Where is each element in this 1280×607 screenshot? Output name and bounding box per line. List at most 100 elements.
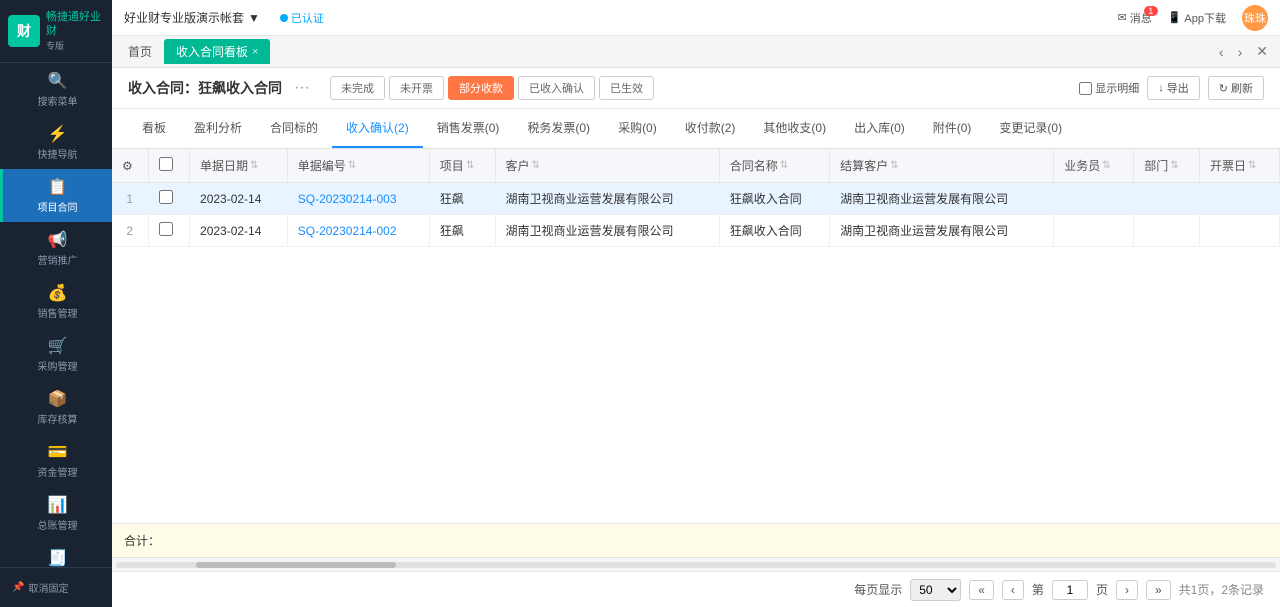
sidebar-item-2[interactable]: 📋 项目合同 xyxy=(0,169,112,222)
more-options-button[interactable]: ··· xyxy=(290,79,314,97)
company-name: 好业财专业版演示帐套 xyxy=(124,9,244,26)
status-btn-3[interactable]: 已收入确认 xyxy=(518,76,595,100)
col-dept: 部门⇅ xyxy=(1134,149,1200,183)
sidebar-item-1[interactable]: ⚡ 快捷导航 xyxy=(0,116,112,169)
row-project-1: 狂飙 xyxy=(429,215,495,247)
cert-badge: 已认证 xyxy=(280,10,324,26)
page-number-input[interactable] xyxy=(1052,580,1088,600)
per-page-label: 每页显示 xyxy=(854,581,902,598)
inner-tab-8[interactable]: 其他收支(0) xyxy=(749,109,840,148)
col-customer: 客户⇅ xyxy=(495,149,719,183)
show-detail-label: 显示明细 xyxy=(1095,80,1139,96)
sidebar-label-5: 采购管理 xyxy=(38,358,78,373)
row-contract-name-1: 狂飙收入合同 xyxy=(719,215,829,247)
inner-tab-5[interactable]: 税务发票(0) xyxy=(513,109,604,148)
app-download-button[interactable]: 📱 App下载 xyxy=(1168,10,1226,26)
pin-label: 取消固定 xyxy=(28,580,68,595)
company-selector[interactable]: 好业财专业版演示帐套 ▼ xyxy=(124,9,260,26)
sidebar-icon-4: 💰 xyxy=(48,283,68,303)
inner-tab-11[interactable]: 变更记录(0) xyxy=(985,109,1076,148)
tab-close-button[interactable]: × xyxy=(252,46,258,58)
tabbar: 首页 收入合同看板 × ‹ › ✕ xyxy=(112,36,1280,68)
status-btn-1[interactable]: 未开票 xyxy=(389,76,444,100)
status-buttons: 未完成未开票部分收款已收入确认已生效 xyxy=(330,76,654,100)
row-checkbox-0[interactable] xyxy=(148,183,190,215)
sidebar-item-4[interactable]: 💰 销售管理 xyxy=(0,275,112,328)
col-order-no: 单据编号⇅ xyxy=(287,149,429,183)
refresh-label: 刷新 xyxy=(1231,80,1253,96)
sidebar-item-9[interactable]: 🧾 发票管理 xyxy=(0,540,112,567)
col-date: 单据日期⇅ xyxy=(190,149,288,183)
row-invoice-date-1 xyxy=(1199,215,1279,247)
sidebar-item-6[interactable]: 📦 库存核算 xyxy=(0,381,112,434)
first-page-button[interactable]: « xyxy=(969,580,994,600)
total-label: 合计： xyxy=(124,532,160,549)
tab-next-button[interactable]: › xyxy=(1234,42,1247,62)
tab-contract-board[interactable]: 收入合同看板 × xyxy=(164,39,270,64)
inner-tab-2[interactable]: 合同标的 xyxy=(256,109,332,148)
user-name: 珠珠 xyxy=(1244,10,1266,26)
contract-title: 收入合同：狂飙收入合同 xyxy=(128,78,282,98)
cert-dot xyxy=(280,14,288,22)
sort-icon-dept: ⇅ xyxy=(1170,160,1178,171)
messages-button[interactable]: ✉ 消息 1 xyxy=(1118,10,1152,26)
sidebar-item-7[interactable]: 💳 资金管理 xyxy=(0,434,112,487)
row-salesman-1 xyxy=(1054,215,1134,247)
refresh-button[interactable]: ↻ 刷新 xyxy=(1208,76,1264,100)
select-all-checkbox[interactable] xyxy=(159,157,173,171)
prev-page-button[interactable]: ‹ xyxy=(1002,580,1024,600)
table-row: 2 2023-02-14 SQ-20230214-002 狂飙 湖南卫视商业运营… xyxy=(112,215,1280,247)
display-toggle: 显示明细 xyxy=(1079,76,1139,100)
sidebar-item-8[interactable]: 📊 总账管理 xyxy=(0,487,112,540)
inner-tab-9[interactable]: 出入库(0) xyxy=(840,109,919,148)
status-btn-4[interactable]: 已生效 xyxy=(599,76,654,100)
unpin-button[interactable]: 📌 取消固定 xyxy=(8,576,104,599)
table-row: 1 2023-02-14 SQ-20230214-003 狂飙 湖南卫视商业运营… xyxy=(112,183,1280,215)
export-label: 导出 xyxy=(1167,80,1189,96)
sort-icon-project: ⇅ xyxy=(466,160,474,171)
sidebar-bottom: 📌 取消固定 xyxy=(0,567,112,607)
scrollbar-thumb[interactable] xyxy=(196,562,396,568)
status-btn-2[interactable]: 部分收款 xyxy=(448,76,514,100)
tab-prev-button[interactable]: ‹ xyxy=(1215,42,1228,62)
sidebar-item-5[interactable]: 🛒 采购管理 xyxy=(0,328,112,381)
inner-tab-10[interactable]: 附件(0) xyxy=(919,109,986,148)
row-checkbox-1[interactable] xyxy=(148,215,190,247)
pagination: 每页显示 50 100 200 « ‹ 第 页 › » 共1页，2条记录 xyxy=(112,571,1280,607)
tab-home[interactable]: 首页 xyxy=(120,39,160,64)
sidebar-item-0[interactable]: 🔍 搜索菜单 xyxy=(0,63,112,116)
settings-icon[interactable]: ⚙ xyxy=(122,159,133,173)
show-detail-checkbox[interactable] xyxy=(1079,82,1092,95)
user-avatar[interactable]: 珠珠 xyxy=(1242,5,1268,31)
sidebar-icon-5: 🛒 xyxy=(48,336,68,356)
tabbar-controls: ‹ › ✕ xyxy=(1215,41,1272,62)
per-page-select[interactable]: 50 100 200 xyxy=(910,579,961,601)
tab-close-all-button[interactable]: ✕ xyxy=(1252,41,1272,62)
header-right: ✉ 消息 1 📱 App下载 珠珠 xyxy=(1118,5,1269,31)
row-order-no-1[interactable]: SQ-20230214-002 xyxy=(287,215,429,247)
row-order-no-0[interactable]: SQ-20230214-003 xyxy=(287,183,429,215)
logo-text: 畅捷通好业财 xyxy=(46,10,104,39)
next-page-button[interactable]: › xyxy=(1116,580,1138,600)
inner-tab-3[interactable]: 收入确认(2) xyxy=(332,109,423,148)
inner-tab-6[interactable]: 采购(0) xyxy=(604,109,671,148)
contract-actions: 显示明细 ↓ 导出 ↻ 刷新 xyxy=(1079,76,1264,100)
sidebar-icon-3: 📢 xyxy=(48,230,68,250)
table-area: ⚙ 单据日期⇅ 单据编号⇅ 项目⇅ 客户⇅ 合同名称⇅ 结算客户⇅ 业务员⇅ 部… xyxy=(112,149,1280,607)
row-dept-0 xyxy=(1134,183,1200,215)
inner-tab-0[interactable]: 看板 xyxy=(128,109,180,148)
inner-tab-7[interactable]: 收付款(2) xyxy=(671,109,750,148)
last-page-button[interactable]: » xyxy=(1146,580,1171,600)
export-button[interactable]: ↓ 导出 xyxy=(1147,76,1200,100)
horizontal-scrollbar[interactable] xyxy=(112,557,1280,571)
inner-tab-1[interactable]: 盈利分析 xyxy=(180,109,256,148)
status-btn-0[interactable]: 未完成 xyxy=(330,76,385,100)
sort-icon-contract: ⇅ xyxy=(780,160,788,171)
inner-tab-4[interactable]: 销售发票(0) xyxy=(423,109,514,148)
sidebar-label-4: 销售管理 xyxy=(38,305,78,320)
logo-icon: 财 xyxy=(8,15,40,47)
logo-sub: 专版 xyxy=(46,39,104,52)
sidebar-item-3[interactable]: 📢 营销推广 xyxy=(0,222,112,275)
row-salesman-0 xyxy=(1054,183,1134,215)
row-customer-0: 湖南卫视商业运营发展有限公司 xyxy=(495,183,719,215)
